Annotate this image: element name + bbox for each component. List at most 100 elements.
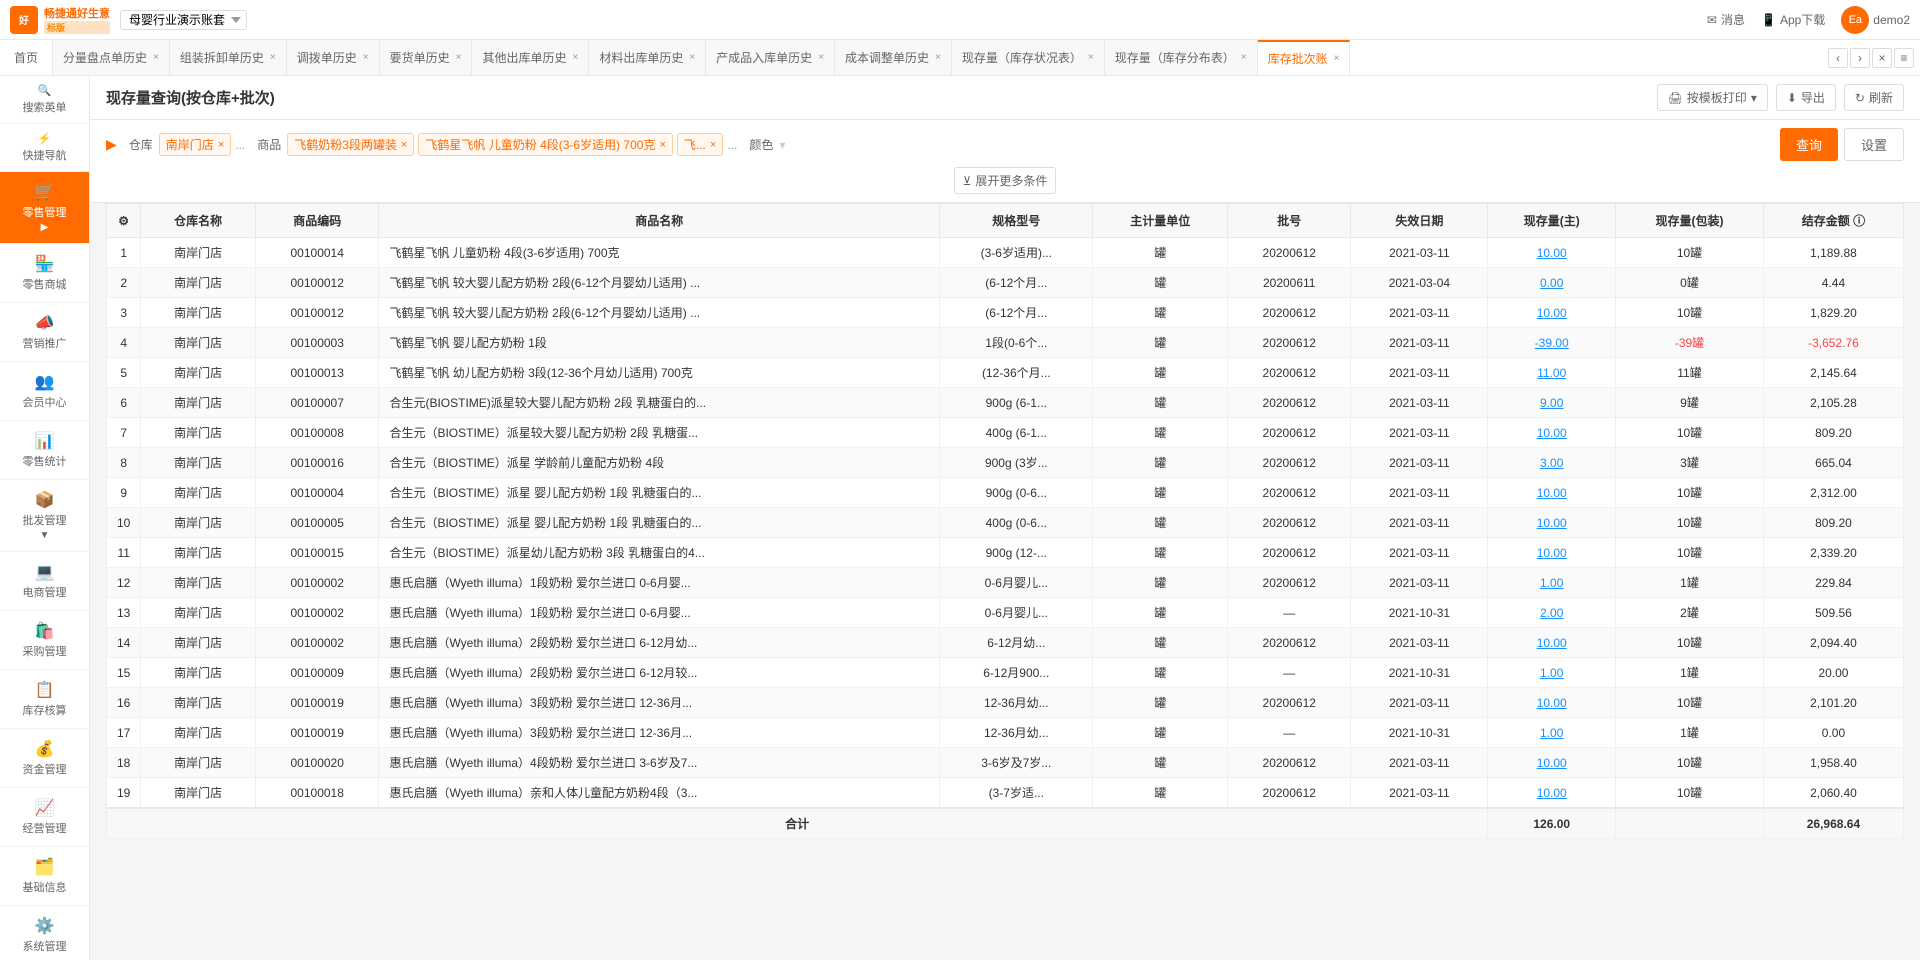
tab-prev-btn[interactable]: ‹ bbox=[1828, 48, 1848, 68]
tab-item[interactable]: 现存量（库存状况表）× bbox=[952, 40, 1105, 76]
query-btn[interactable]: 查询 bbox=[1780, 128, 1838, 161]
user-area[interactable]: Ea demo2 bbox=[1841, 6, 1910, 34]
expand-arrow-icon: ▶ bbox=[41, 222, 49, 233]
row-qty-main[interactable]: -39.00 bbox=[1488, 328, 1616, 358]
row-no: 19 bbox=[107, 778, 141, 809]
product-tag-1[interactable]: 飞鹤奶粉3段两罐装 × bbox=[287, 133, 414, 156]
tab-item[interactable]: 材料出库单历史× bbox=[589, 40, 706, 76]
row-qty-main[interactable]: 10.00 bbox=[1488, 298, 1616, 328]
tab-close-icon[interactable]: × bbox=[153, 52, 159, 63]
row-qty-main[interactable]: 10.00 bbox=[1488, 538, 1616, 568]
warehouse-tag-close-icon[interactable]: × bbox=[218, 139, 224, 151]
row-qty-main[interactable]: 10.00 bbox=[1488, 628, 1616, 658]
product-tag3-close-icon[interactable]: × bbox=[710, 139, 716, 151]
sidebar-item-system[interactable]: ⚙️ 系统管理 bbox=[0, 906, 89, 960]
table-row: 7 南岸门店 00100008 合生元（BIOSTIME）派星较大婴儿配方奶粉 … bbox=[107, 418, 1904, 448]
tab-close-all-btn[interactable]: × bbox=[1872, 48, 1892, 68]
tab-home[interactable]: 首页 bbox=[0, 40, 53, 76]
row-qty-pack: 10罐 bbox=[1616, 298, 1764, 328]
filter-expand-arrow[interactable]: ▶ bbox=[106, 136, 117, 153]
col-settings-header[interactable]: ⚙ bbox=[107, 204, 141, 238]
tab-close-icon[interactable]: × bbox=[818, 52, 824, 63]
row-name: 惠氏启膳（Wyeth illuma）亲和人体儿童配方奶粉4段（3... bbox=[379, 778, 940, 809]
export-btn[interactable]: ⬇ 导出 bbox=[1776, 84, 1836, 111]
tab-item[interactable]: 调拨单历史× bbox=[287, 40, 380, 76]
tab-close-icon[interactable]: × bbox=[1334, 53, 1340, 64]
tab-close-icon[interactable]: × bbox=[270, 52, 276, 63]
tab-close-icon[interactable]: × bbox=[935, 52, 941, 63]
row-qty-main[interactable]: 11.00 bbox=[1488, 358, 1616, 388]
row-no: 18 bbox=[107, 748, 141, 778]
product-more[interactable]: ... bbox=[727, 138, 737, 152]
product-tag2-close-icon[interactable]: × bbox=[659, 139, 665, 151]
product-tag-2[interactable]: 飞鹤星飞帆 儿童奶粉 4段(3-6岁适用) 700克 × bbox=[418, 133, 672, 156]
row-qty-main[interactable]: 10.00 bbox=[1488, 778, 1616, 809]
sidebar-item-stats[interactable]: 📊 零售统计 bbox=[0, 421, 89, 480]
sidebar-item-wholesale[interactable]: 📦 批发管理 ▼ bbox=[0, 480, 89, 552]
row-qty-main[interactable]: 0.00 bbox=[1488, 268, 1616, 298]
sidebar-item-shop[interactable]: 🏪 零售商城 bbox=[0, 244, 89, 303]
tab-nav-buttons: ‹ › × ≡ bbox=[1822, 48, 1920, 68]
row-qty-main[interactable]: 2.00 bbox=[1488, 598, 1616, 628]
tab-item[interactable]: 产成品入库单历史× bbox=[706, 40, 835, 76]
tab-close-icon[interactable]: × bbox=[456, 52, 462, 63]
sidebar-item-retail[interactable]: 🛒 零售管理 ▶ bbox=[0, 172, 89, 244]
tab-close-icon[interactable]: × bbox=[1241, 52, 1247, 63]
tab-item-active[interactable]: 库存批次账× bbox=[1258, 40, 1351, 76]
row-qty-main[interactable]: 1.00 bbox=[1488, 718, 1616, 748]
row-qty-main[interactable]: 3.00 bbox=[1488, 448, 1616, 478]
table-row: 15 南岸门店 00100009 惠氏启膳（Wyeth illuma）2段奶粉 … bbox=[107, 658, 1904, 688]
row-unit: 罐 bbox=[1093, 538, 1228, 568]
product-tag1-close-icon[interactable]: × bbox=[401, 139, 407, 151]
row-code: 00100018 bbox=[255, 778, 379, 809]
sidebar-item-member[interactable]: 👥 会员中心 bbox=[0, 362, 89, 421]
sidebar-item-operation[interactable]: 📈 经营管理 bbox=[0, 788, 89, 847]
sidebar-item-inventory[interactable]: 📋 库存核算 bbox=[0, 670, 89, 729]
row-qty-main[interactable]: 10.00 bbox=[1488, 418, 1616, 448]
settings-btn[interactable]: 设置 bbox=[1844, 128, 1904, 161]
row-warehouse: 南岸门店 bbox=[141, 448, 256, 478]
tab-item[interactable]: 要货单历史× bbox=[380, 40, 473, 76]
table-row: 14 南岸门店 00100002 惠氏启膳（Wyeth illuma）2段奶粉 … bbox=[107, 628, 1904, 658]
message-btn[interactable]: ✉ 消息 bbox=[1707, 11, 1745, 28]
tab-item[interactable]: 成本调整单历史× bbox=[835, 40, 952, 76]
tab-next-btn[interactable]: › bbox=[1850, 48, 1870, 68]
download-btn[interactable]: 📱 App下载 bbox=[1761, 11, 1825, 28]
sidebar-item-ecom[interactable]: 💻 电商管理 bbox=[0, 552, 89, 611]
sidebar-item-basic[interactable]: 🗂️ 基础信息 bbox=[0, 847, 89, 906]
product-tag-3[interactable]: 飞... × bbox=[677, 133, 723, 156]
row-qty-main[interactable]: 10.00 bbox=[1488, 508, 1616, 538]
sidebar-search[interactable]: 🔍 搜索英单 bbox=[0, 76, 89, 124]
row-name: 飞鹤星飞帆 较大婴儿配方奶粉 2段(6-12个月婴幼儿适用) ... bbox=[379, 268, 940, 298]
row-qty-main[interactable]: 9.00 bbox=[1488, 388, 1616, 418]
color-dropdown[interactable]: ▾ bbox=[779, 138, 785, 152]
tab-item[interactable]: 组装拆卸单历史× bbox=[170, 40, 287, 76]
sidebar-item-finance[interactable]: 💰 资金管理 bbox=[0, 729, 89, 788]
tab-close-icon[interactable]: × bbox=[572, 52, 578, 63]
tab-item[interactable]: 分量盘点单历史× bbox=[53, 40, 170, 76]
sidebar-item-purchase[interactable]: 🛍️ 采购管理 bbox=[0, 611, 89, 670]
sidebar-item-marketing[interactable]: 📣 营销推广 bbox=[0, 303, 89, 362]
tab-close-icon[interactable]: × bbox=[689, 52, 695, 63]
row-no: 17 bbox=[107, 718, 141, 748]
row-qty-main[interactable]: 1.00 bbox=[1488, 658, 1616, 688]
row-qty-main[interactable]: 10.00 bbox=[1488, 238, 1616, 268]
tab-close-icon[interactable]: × bbox=[363, 52, 369, 63]
tab-item[interactable]: 其他出库单历史× bbox=[472, 40, 589, 76]
refresh-btn[interactable]: ↻ 刷新 bbox=[1844, 84, 1904, 111]
tab-close-icon[interactable]: × bbox=[1088, 52, 1094, 63]
tab-menu-btn[interactable]: ≡ bbox=[1894, 48, 1914, 68]
workspace-selector[interactable]: 母婴行业演示账套 bbox=[120, 10, 247, 30]
row-qty-main[interactable]: 10.00 bbox=[1488, 688, 1616, 718]
row-qty-main[interactable]: 1.00 bbox=[1488, 568, 1616, 598]
sidebar-quick-nav[interactable]: ⚡ 快捷导航 bbox=[0, 124, 89, 172]
row-warehouse: 南岸门店 bbox=[141, 568, 256, 598]
row-qty-main[interactable]: 10.00 bbox=[1488, 478, 1616, 508]
row-spec: 3-6岁及7岁... bbox=[940, 748, 1093, 778]
print-btn[interactable]: 🖨 按模板打印 ▾ bbox=[1657, 84, 1768, 111]
warehouse-more[interactable]: ... bbox=[235, 138, 245, 152]
warehouse-tag[interactable]: 南岸门店 × bbox=[159, 133, 231, 156]
tab-item[interactable]: 现存量（库存分布表）× bbox=[1105, 40, 1258, 76]
expand-more-btn[interactable]: ⊻ 展开更多条件 bbox=[954, 167, 1057, 194]
row-qty-main[interactable]: 10.00 bbox=[1488, 748, 1616, 778]
